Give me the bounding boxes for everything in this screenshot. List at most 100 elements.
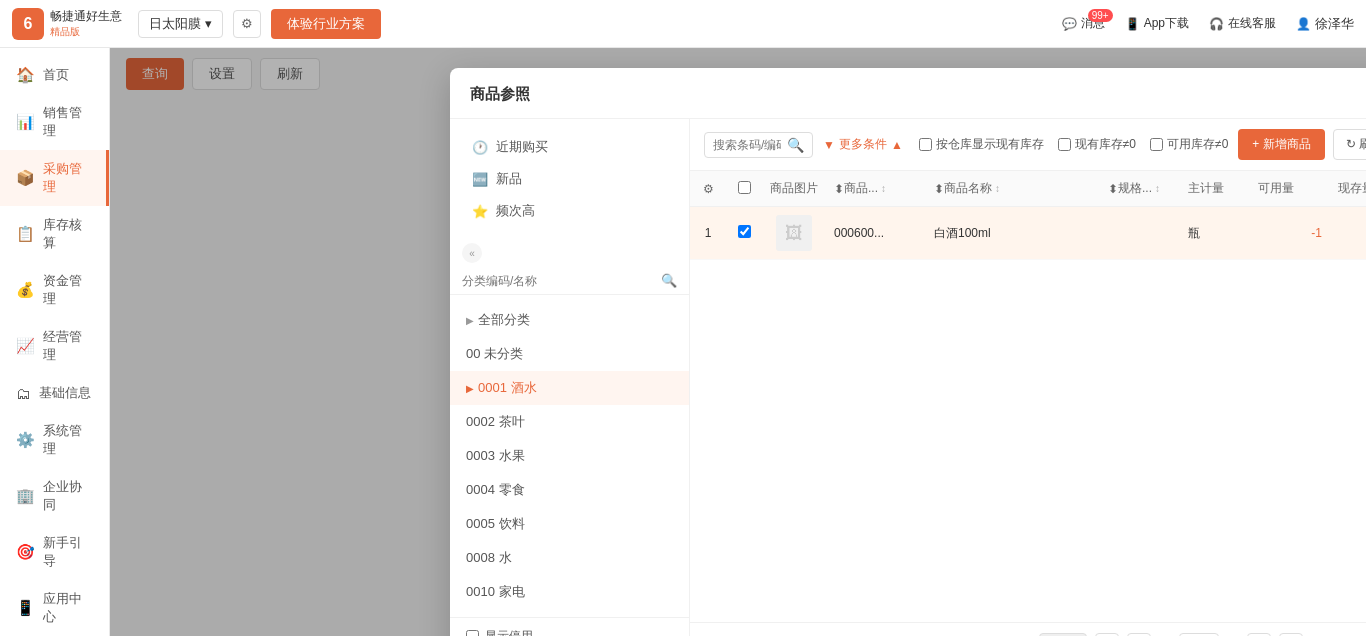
chevron-down-icon: ▾ bbox=[205, 16, 212, 31]
sort-arrow-code[interactable]: ↕ bbox=[881, 183, 886, 194]
product-search-bar: 🔍 ▼ 更多条件 ▲ 按仓库显示现有库存 bbox=[690, 119, 1366, 171]
filter-avail-nonzero[interactable]: 可用库存≠0 bbox=[1150, 136, 1228, 153]
messages-nav-item[interactable]: 💬 99+ 消息 bbox=[1062, 15, 1105, 32]
enterprise-icon: 🏢 bbox=[16, 487, 35, 505]
online-service-nav-item[interactable]: 🎧 在线客服 bbox=[1209, 15, 1276, 32]
quick-link-new[interactable]: 🆕 新品 bbox=[462, 163, 677, 195]
show-disabled-area: 显示停用 bbox=[450, 617, 689, 636]
download-icon: 📱 bbox=[1125, 17, 1140, 31]
category-appliance[interactable]: 0010 家电 bbox=[450, 575, 689, 609]
inventory-icon: 📋 bbox=[16, 225, 35, 243]
category-liquor[interactable]: ▶ 0001 酒水 bbox=[450, 371, 689, 405]
category-unclassified[interactable]: 00 未分类 bbox=[450, 337, 689, 371]
app-download-nav-item[interactable]: 📱 App下载 bbox=[1125, 15, 1189, 32]
th-name[interactable]: ⬍ 商品名称 ↕ bbox=[926, 171, 1100, 207]
category-tea[interactable]: 0002 茶叶 bbox=[450, 405, 689, 439]
quick-links: 🕐 近期购买 🆕 新品 ⭐ 频次高 bbox=[450, 131, 689, 239]
product-search-icon[interactable]: 🔍 bbox=[787, 137, 804, 153]
user-icon: 👤 bbox=[1296, 17, 1311, 31]
category-list: ▶ 全部分类 00 未分类 ▶ 0001 酒水 0002 茶叶 bbox=[450, 295, 689, 617]
collapse-left-button[interactable]: « bbox=[462, 243, 482, 263]
cell-code: 000600... bbox=[826, 207, 926, 260]
sidebar-item-enterprise[interactable]: 🏢 企业协同 bbox=[0, 468, 109, 524]
category-snack[interactable]: 0004 零食 bbox=[450, 473, 689, 507]
category-beverage[interactable]: 0005 饮料 bbox=[450, 507, 689, 541]
refresh-button[interactable]: ↻ 刷新 bbox=[1333, 129, 1366, 160]
cell-check[interactable] bbox=[726, 207, 762, 260]
th-checkbox[interactable] bbox=[726, 171, 762, 207]
show-disabled-label[interactable]: 显示停用 bbox=[485, 628, 533, 636]
logo-text: 畅捷通好生意 精品版 bbox=[50, 9, 122, 38]
category-all[interactable]: ▶ 全部分类 bbox=[450, 303, 689, 337]
modal-title: 商品参照 bbox=[470, 85, 530, 104]
sidebar-item-apps[interactable]: 📱 应用中心 bbox=[0, 580, 109, 636]
sidebar-item-system[interactable]: ⚙️ 系统管理 bbox=[0, 412, 109, 468]
th-available: 可用量 bbox=[1250, 171, 1330, 207]
filter-icon: ▼ bbox=[823, 138, 835, 152]
row-checkbox[interactable] bbox=[738, 225, 751, 238]
store-selector[interactable]: 日太阳膜 ▾ bbox=[138, 10, 223, 38]
table-body: 1 🖼 000600... 白酒100ml bbox=[690, 207, 1366, 260]
cell-stock: -1 bbox=[1330, 207, 1366, 260]
category-search-input[interactable] bbox=[462, 274, 655, 288]
recent-icon: 🕐 bbox=[472, 140, 488, 155]
quick-link-recent[interactable]: 🕐 近期购买 bbox=[462, 131, 677, 163]
apps-icon: 📱 bbox=[16, 599, 35, 617]
arrow-right-icon: ▶ bbox=[466, 315, 474, 326]
sidebar-item-purchase[interactable]: 📦 采购管理 bbox=[0, 150, 109, 206]
sidebar-item-guide[interactable]: 🎯 新手引导 bbox=[0, 524, 109, 580]
modal-body: 🕐 近期购买 🆕 新品 ⭐ 频次高 « bbox=[450, 119, 1366, 636]
sidebar-item-inventory[interactable]: 📋 库存核算 bbox=[0, 206, 109, 262]
show-disabled-checkbox[interactable] bbox=[466, 630, 479, 636]
cell-spec bbox=[1100, 207, 1180, 260]
main-content: 查询 设置 刷新 商品参照 ✕ 🕐 近期购买 bbox=[110, 48, 1366, 636]
user-avatar[interactable]: 👤 徐泽华 bbox=[1296, 15, 1354, 33]
filter-nonzero-stock[interactable]: 现有库存≠0 bbox=[1058, 136, 1136, 153]
operations-icon: 📈 bbox=[16, 337, 35, 355]
quick-link-frequent[interactable]: ⭐ 频次高 bbox=[462, 195, 677, 227]
sidebar-item-basic-info[interactable]: 🗂 基础信息 bbox=[0, 374, 109, 412]
checkbox-filters: 按仓库显示现有库存 现有库存≠0 可用库存≠0 bbox=[919, 136, 1229, 153]
category-fruit[interactable]: 0003 水果 bbox=[450, 439, 689, 473]
top-navigation: 6 畅捷通好生意 精品版 日太阳膜 ▾ ⚙ 体验行业方案 💬 99+ 消息 📱 … bbox=[0, 0, 1366, 48]
star-icon: ⭐ bbox=[472, 204, 488, 219]
sort-icon-spec: ⬍ bbox=[1108, 182, 1118, 196]
sidebar-item-operations[interactable]: 📈 经营管理 bbox=[0, 318, 109, 374]
sidebar-item-finance[interactable]: 💰 资金管理 bbox=[0, 262, 109, 318]
th-code[interactable]: ⬍ 商品... ↕ bbox=[826, 171, 926, 207]
sidebar-item-sales[interactable]: 📊 销售管理 bbox=[0, 94, 109, 150]
basic-info-icon: 🗂 bbox=[16, 385, 31, 402]
th-stock: 现存量 bbox=[1330, 171, 1366, 207]
trial-button[interactable]: 体验行业方案 bbox=[271, 9, 381, 39]
category-search-icon[interactable]: 🔍 bbox=[661, 273, 677, 288]
filter-warehouse-stock[interactable]: 按仓库显示现有库存 bbox=[919, 136, 1044, 153]
sales-icon: 📊 bbox=[16, 113, 35, 131]
add-product-button[interactable]: + 新增商品 bbox=[1238, 129, 1324, 160]
th-settings[interactable]: ⚙ bbox=[690, 171, 726, 207]
logo-icon: 6 bbox=[12, 8, 44, 40]
product-reference-modal: 商品参照 ✕ 🕐 近期购买 🆕 新品 bbox=[450, 68, 1366, 636]
finance-icon: 💰 bbox=[16, 281, 35, 299]
select-all-checkbox[interactable] bbox=[738, 181, 751, 194]
system-icon: ⚙️ bbox=[16, 431, 35, 449]
table-row[interactable]: 1 🖼 000600... 白酒100ml bbox=[690, 207, 1366, 260]
headset-icon: 🎧 bbox=[1209, 17, 1224, 31]
th-image: 商品图片 bbox=[762, 171, 826, 207]
th-spec[interactable]: ⬍ 规格... ↕ bbox=[1100, 171, 1180, 207]
category-water[interactable]: 0008 水 bbox=[450, 541, 689, 575]
cell-num: 1 bbox=[690, 207, 726, 260]
cell-name: 白酒100ml bbox=[926, 207, 1100, 260]
action-buttons: + 新增商品 ↻ 刷新 bbox=[1238, 129, 1366, 160]
more-filter-button[interactable]: ▼ 更多条件 ▲ bbox=[823, 136, 903, 153]
gear-button[interactable]: ⚙ bbox=[233, 10, 261, 38]
cell-image: 🖼 bbox=[762, 207, 826, 260]
sort-arrow-spec[interactable]: ↕ bbox=[1155, 183, 1160, 194]
sidebar-item-home[interactable]: 🏠 首页 bbox=[0, 56, 109, 94]
modal-right-panel: 🔍 ▼ 更多条件 ▲ 按仓库显示现有库存 bbox=[690, 119, 1366, 636]
th-unit: 主计量 bbox=[1180, 171, 1250, 207]
product-search-input[interactable] bbox=[713, 138, 781, 152]
product-table-wrap: ⚙ 商品图片 ⬍ bbox=[690, 171, 1366, 622]
guide-icon: 🎯 bbox=[16, 543, 35, 561]
sort-arrow-name[interactable]: ↕ bbox=[995, 183, 1000, 194]
table-head: ⚙ 商品图片 ⬍ bbox=[690, 171, 1366, 207]
